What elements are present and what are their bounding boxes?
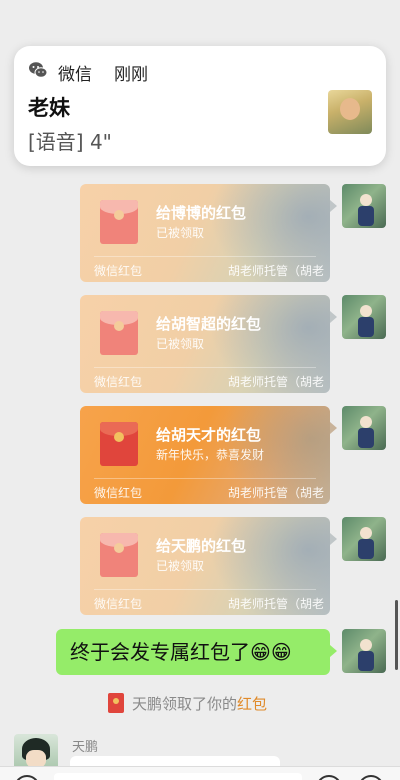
divider [94, 367, 316, 368]
notification-app-name: 微信 [58, 65, 92, 85]
red-packet-from: 胡老师托管（胡老 [227, 486, 324, 500]
red-packet-card[interactable]: 给胡天才的红包 新年快乐，恭喜发财 微信红包 胡老师托管（胡老 [80, 406, 330, 504]
red-packet-card[interactable]: 给胡智超的红包 已被领取 微信红包 胡老师托管（胡老 [80, 295, 330, 393]
contact-name: 天鹏 [72, 740, 99, 755]
red-packet-brand: 微信红包 [94, 597, 143, 611]
bubble-tail [330, 645, 337, 657]
voice-icon[interactable] [14, 775, 40, 780]
red-packet-icon [100, 533, 138, 577]
red-packet-status: 新年快乐，恭喜发财 [156, 448, 265, 462]
message-input[interactable] [54, 773, 302, 780]
emoji-icon[interactable] [316, 775, 342, 780]
red-packet-from: 胡老师托管（胡老 [227, 375, 324, 389]
red-packet-title: 给胡智超的红包 [156, 315, 262, 333]
red-packet-icon [100, 311, 138, 355]
red-packet-brand: 微信红包 [94, 486, 143, 500]
bubble-tail [330, 311, 337, 323]
wechat-icon [29, 62, 48, 78]
notification-sender: 老妹 [28, 96, 70, 120]
red-packet-card[interactable]: 给天鹏的红包 已被领取 微信红包 胡老师托管（胡老 [80, 517, 330, 615]
red-packet-from: 胡老师托管（胡老 [227, 597, 324, 611]
my-avatar[interactable] [342, 406, 386, 450]
bubble-tail [330, 533, 337, 545]
red-packet-brand: 微信红包 [94, 375, 143, 389]
plus-icon[interactable] [358, 775, 384, 780]
red-packet-brand: 微信红包 [94, 264, 143, 278]
notification-avatar [328, 90, 372, 134]
system-notice: 天鹏领取了你的红包 [108, 692, 267, 716]
red-packet-icon [100, 200, 138, 244]
my-avatar[interactable] [342, 629, 386, 673]
notification-message: [语音] 4" [28, 130, 112, 154]
divider [94, 478, 316, 479]
red-packet-title: 给天鹏的红包 [156, 537, 247, 555]
red-packet-from: 胡老师托管（胡老 [227, 264, 324, 278]
message-notification[interactable]: 微信 刚刚 老妹 [语音] 4" [14, 46, 386, 166]
my-avatar[interactable] [342, 295, 386, 339]
red-packet-icon [108, 693, 124, 713]
bubble-tail [330, 422, 337, 434]
red-packet-title: 给胡天才的红包 [156, 426, 262, 444]
red-packet-card[interactable]: 给博博的红包 已被领取 微信红包 胡老师托管（胡老 [80, 184, 330, 282]
my-avatar[interactable] [342, 517, 386, 561]
red-packet-link[interactable]: 红包 [237, 695, 267, 713]
system-notice-text: 天鹏领取了你的 [132, 695, 238, 713]
text-message-bubble[interactable]: 终于会发专属红包了😁😁 [56, 629, 330, 675]
red-packet-status: 已被领取 [156, 226, 205, 240]
notification-time: 刚刚 [114, 65, 148, 85]
red-packet-title: 给博博的红包 [156, 204, 247, 222]
red-packet-status: 已被领取 [156, 337, 205, 351]
bubble-tail [330, 200, 337, 212]
my-avatar[interactable] [342, 184, 386, 228]
divider [94, 256, 316, 257]
red-packet-icon [100, 422, 138, 466]
divider [94, 589, 316, 590]
chat-window: 微信 刚刚 老妹 [语音] 4" 给博博的红包 已被领取 微信红包 胡老师托管（… [0, 0, 400, 780]
input-bar [0, 766, 400, 780]
red-packet-status: 已被领取 [156, 559, 205, 573]
scrollbar[interactable] [395, 600, 398, 670]
